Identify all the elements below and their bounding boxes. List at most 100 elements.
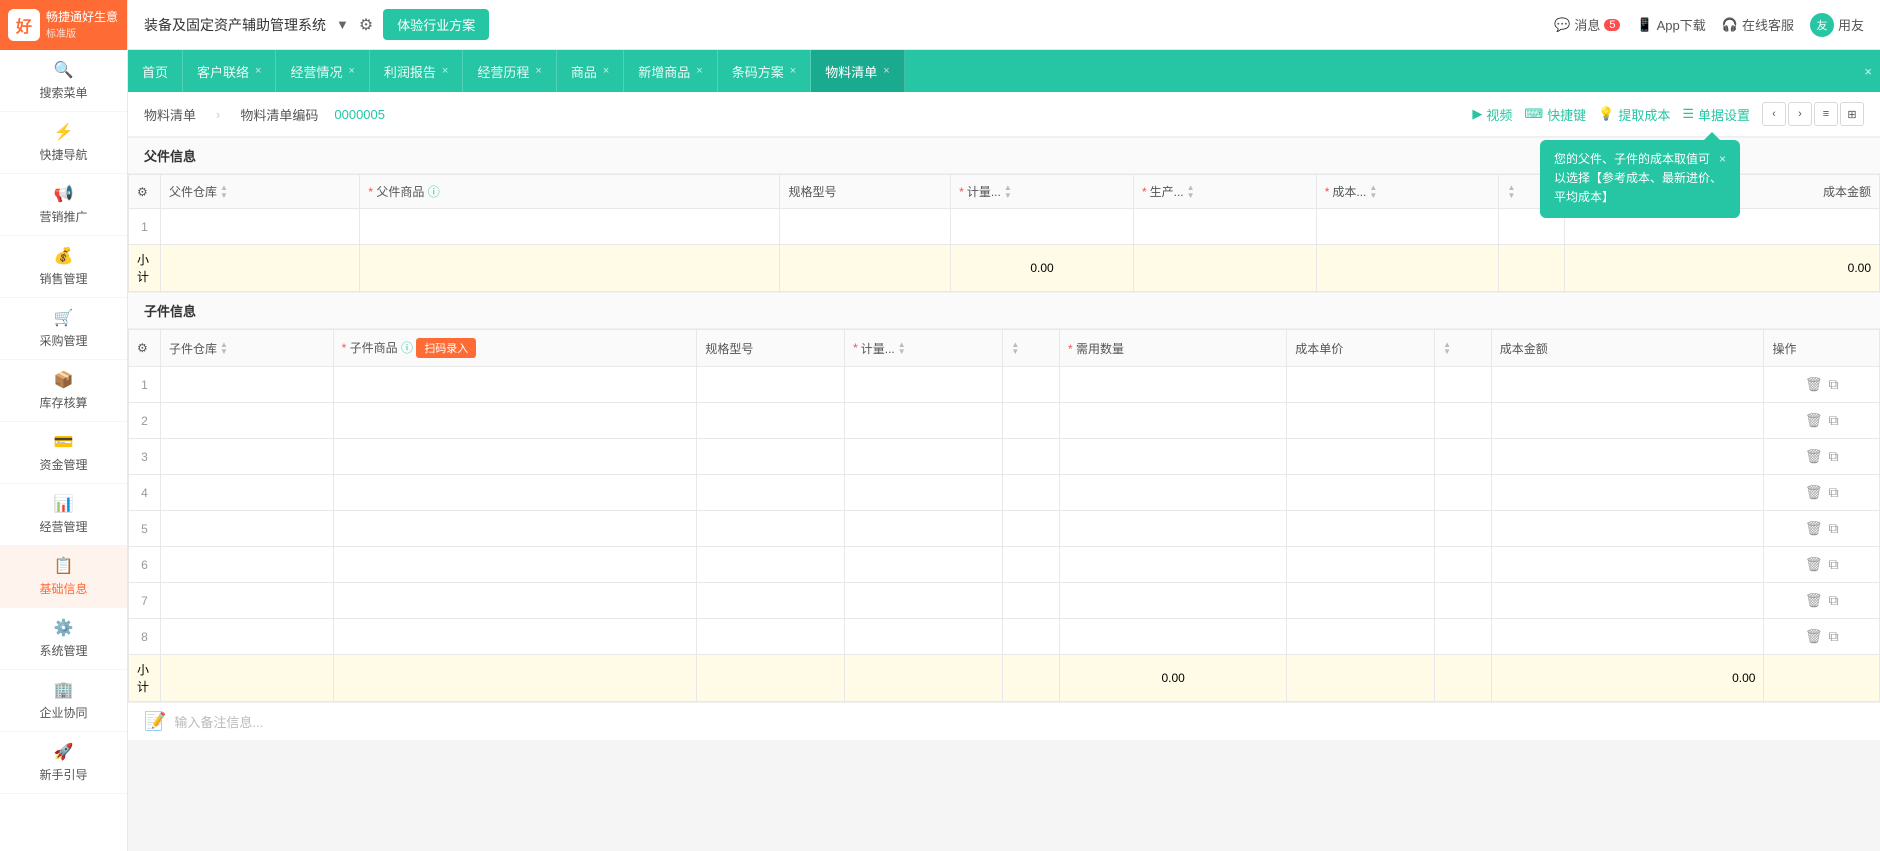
sidebar-item-finance[interactable]: 💳 资金管理 bbox=[0, 422, 127, 484]
child-spec-5[interactable] bbox=[697, 511, 845, 547]
copy-row-3-icon[interactable]: ⧉ bbox=[1829, 448, 1839, 465]
child-spec-2[interactable] bbox=[697, 403, 845, 439]
tab-operations[interactable]: 经营情况 × bbox=[276, 50, 369, 92]
child-sort2-7[interactable] bbox=[1435, 583, 1492, 619]
shortcut-action[interactable]: ⌨ 快捷键 bbox=[1524, 105, 1586, 124]
child-warehouse-8[interactable] bbox=[161, 619, 334, 655]
child-sort2-3[interactable] bbox=[1435, 439, 1492, 475]
child-unit-cost-1[interactable] bbox=[1287, 367, 1435, 403]
prev-page-btn[interactable]: ‹ bbox=[1762, 102, 1786, 126]
child-amount-8[interactable] bbox=[1491, 619, 1764, 655]
settings-icon[interactable]: ⚙ bbox=[359, 15, 373, 35]
child-warehouse-3[interactable] bbox=[161, 439, 334, 475]
child-product-4[interactable] bbox=[333, 475, 697, 511]
child-unit-cost-7[interactable] bbox=[1287, 583, 1435, 619]
app-download-action[interactable]: 📱 App下载 bbox=[1636, 15, 1705, 34]
parent-warehouse-1[interactable] bbox=[161, 209, 360, 245]
child-amount-4[interactable] bbox=[1491, 475, 1764, 511]
delete-row-4-icon[interactable]: 🗑 bbox=[1805, 484, 1823, 501]
online-service-action[interactable]: 🎧 在线客服 bbox=[1722, 15, 1794, 34]
child-warehouse-1[interactable] bbox=[161, 367, 334, 403]
child-qty-7[interactable] bbox=[1059, 583, 1286, 619]
sidebar-item-quick-nav[interactable]: ⚡ 快捷导航 bbox=[0, 112, 127, 174]
copy-row-7-icon[interactable]: ⧉ bbox=[1829, 592, 1839, 609]
child-amount-2[interactable] bbox=[1491, 403, 1764, 439]
close-goods-tab[interactable]: × bbox=[603, 65, 609, 77]
single-settings-action[interactable]: ☰ 单据设置 bbox=[1682, 105, 1750, 124]
next-page-btn[interactable]: › bbox=[1788, 102, 1812, 126]
delete-row-5-icon[interactable]: 🗑 bbox=[1805, 520, 1823, 537]
parent-spec-1[interactable] bbox=[780, 209, 951, 245]
child-unit-2[interactable] bbox=[845, 403, 1003, 439]
parent-col-settings[interactable]: ⚙ bbox=[129, 175, 161, 209]
sidebar-item-search[interactable]: 🔍 搜索菜单 bbox=[0, 50, 127, 112]
child-product-6[interactable] bbox=[333, 547, 697, 583]
tab-bom[interactable]: 物料清单 × bbox=[811, 50, 904, 92]
child-spec-8[interactable] bbox=[697, 619, 845, 655]
scan-input-btn[interactable]: 扫码录入 bbox=[416, 338, 476, 358]
child-warehouse-5[interactable] bbox=[161, 511, 334, 547]
child-unit-3[interactable] bbox=[845, 439, 1003, 475]
child-product-1[interactable] bbox=[333, 367, 697, 403]
close-all-tabs[interactable]: × bbox=[1856, 50, 1880, 92]
experience-btn[interactable]: 体验行业方案 bbox=[383, 9, 489, 40]
delete-row-2-icon[interactable]: 🗑 bbox=[1805, 412, 1823, 429]
child-sort-4[interactable] bbox=[1003, 475, 1060, 511]
child-sort-6[interactable] bbox=[1003, 547, 1060, 583]
child-sort2-2[interactable] bbox=[1435, 403, 1492, 439]
message-action[interactable]: 💬 消息 5 bbox=[1554, 15, 1620, 34]
child-sort-8[interactable] bbox=[1003, 619, 1060, 655]
user-action[interactable]: 友 用友 bbox=[1810, 13, 1864, 37]
child-unit-cost-4[interactable] bbox=[1287, 475, 1435, 511]
sidebar-item-marketing[interactable]: 📢 营销推广 bbox=[0, 174, 127, 236]
delete-row-7-icon[interactable]: 🗑 bbox=[1805, 592, 1823, 609]
child-sort-7[interactable] bbox=[1003, 583, 1060, 619]
parent-production-1[interactable] bbox=[1133, 209, 1316, 245]
tooltip-close-btn[interactable]: × bbox=[1719, 150, 1726, 169]
copy-row-2-icon[interactable]: ⧉ bbox=[1829, 412, 1839, 429]
child-amount-7[interactable] bbox=[1491, 583, 1764, 619]
child-product-8[interactable] bbox=[333, 619, 697, 655]
child-warehouse-7[interactable] bbox=[161, 583, 334, 619]
list-view-btn[interactable]: ≡ bbox=[1814, 102, 1838, 126]
close-history-tab[interactable]: × bbox=[535, 65, 541, 77]
child-qty-1[interactable] bbox=[1059, 367, 1286, 403]
child-sort2-6[interactable] bbox=[1435, 547, 1492, 583]
sidebar-item-guide[interactable]: 🚀 新手引导 bbox=[0, 732, 127, 794]
child-product-2[interactable] bbox=[333, 403, 697, 439]
close-customer-tab[interactable]: × bbox=[255, 65, 261, 77]
child-unit-cost-6[interactable] bbox=[1287, 547, 1435, 583]
sidebar-item-purchase[interactable]: 🛒 采购管理 bbox=[0, 298, 127, 360]
child-product-7[interactable] bbox=[333, 583, 697, 619]
child-qty-6[interactable] bbox=[1059, 547, 1286, 583]
child-amount-5[interactable] bbox=[1491, 511, 1764, 547]
child-qty-8[interactable] bbox=[1059, 619, 1286, 655]
sidebar-item-sales[interactable]: 💰 销售管理 bbox=[0, 236, 127, 298]
child-amount-1[interactable] bbox=[1491, 367, 1764, 403]
sidebar-item-system[interactable]: ⚙️ 系统管理 bbox=[0, 608, 127, 670]
child-unit-5[interactable] bbox=[845, 511, 1003, 547]
tab-home[interactable]: 首页 bbox=[128, 50, 183, 92]
child-unit-cost-2[interactable] bbox=[1287, 403, 1435, 439]
tab-customer[interactable]: 客户联络 × bbox=[183, 50, 276, 92]
sidebar-item-operations[interactable]: 📊 经营管理 bbox=[0, 484, 127, 546]
tab-barcode[interactable]: 条码方案 × bbox=[718, 50, 811, 92]
child-spec-4[interactable] bbox=[697, 475, 845, 511]
close-barcode-tab[interactable]: × bbox=[790, 65, 796, 77]
child-amount-6[interactable] bbox=[1491, 547, 1764, 583]
child-col-settings[interactable]: ⚙ bbox=[129, 330, 161, 367]
video-action[interactable]: ▶ 视频 bbox=[1472, 105, 1512, 124]
extract-cost-action[interactable]: 💡 提取成本 bbox=[1598, 105, 1670, 124]
child-sort2-5[interactable] bbox=[1435, 511, 1492, 547]
child-sort2-8[interactable] bbox=[1435, 619, 1492, 655]
close-bom-tab[interactable]: × bbox=[883, 65, 889, 77]
copy-row-5-icon[interactable]: ⧉ bbox=[1829, 520, 1839, 537]
child-sort2-4[interactable] bbox=[1435, 475, 1492, 511]
child-sort-5[interactable] bbox=[1003, 511, 1060, 547]
child-sort-3[interactable] bbox=[1003, 439, 1060, 475]
child-sort2-1[interactable] bbox=[1435, 367, 1492, 403]
child-qty-5[interactable] bbox=[1059, 511, 1286, 547]
child-unit-8[interactable] bbox=[845, 619, 1003, 655]
child-product-5[interactable] bbox=[333, 511, 697, 547]
delete-row-8-icon[interactable]: 🗑 bbox=[1805, 628, 1823, 645]
